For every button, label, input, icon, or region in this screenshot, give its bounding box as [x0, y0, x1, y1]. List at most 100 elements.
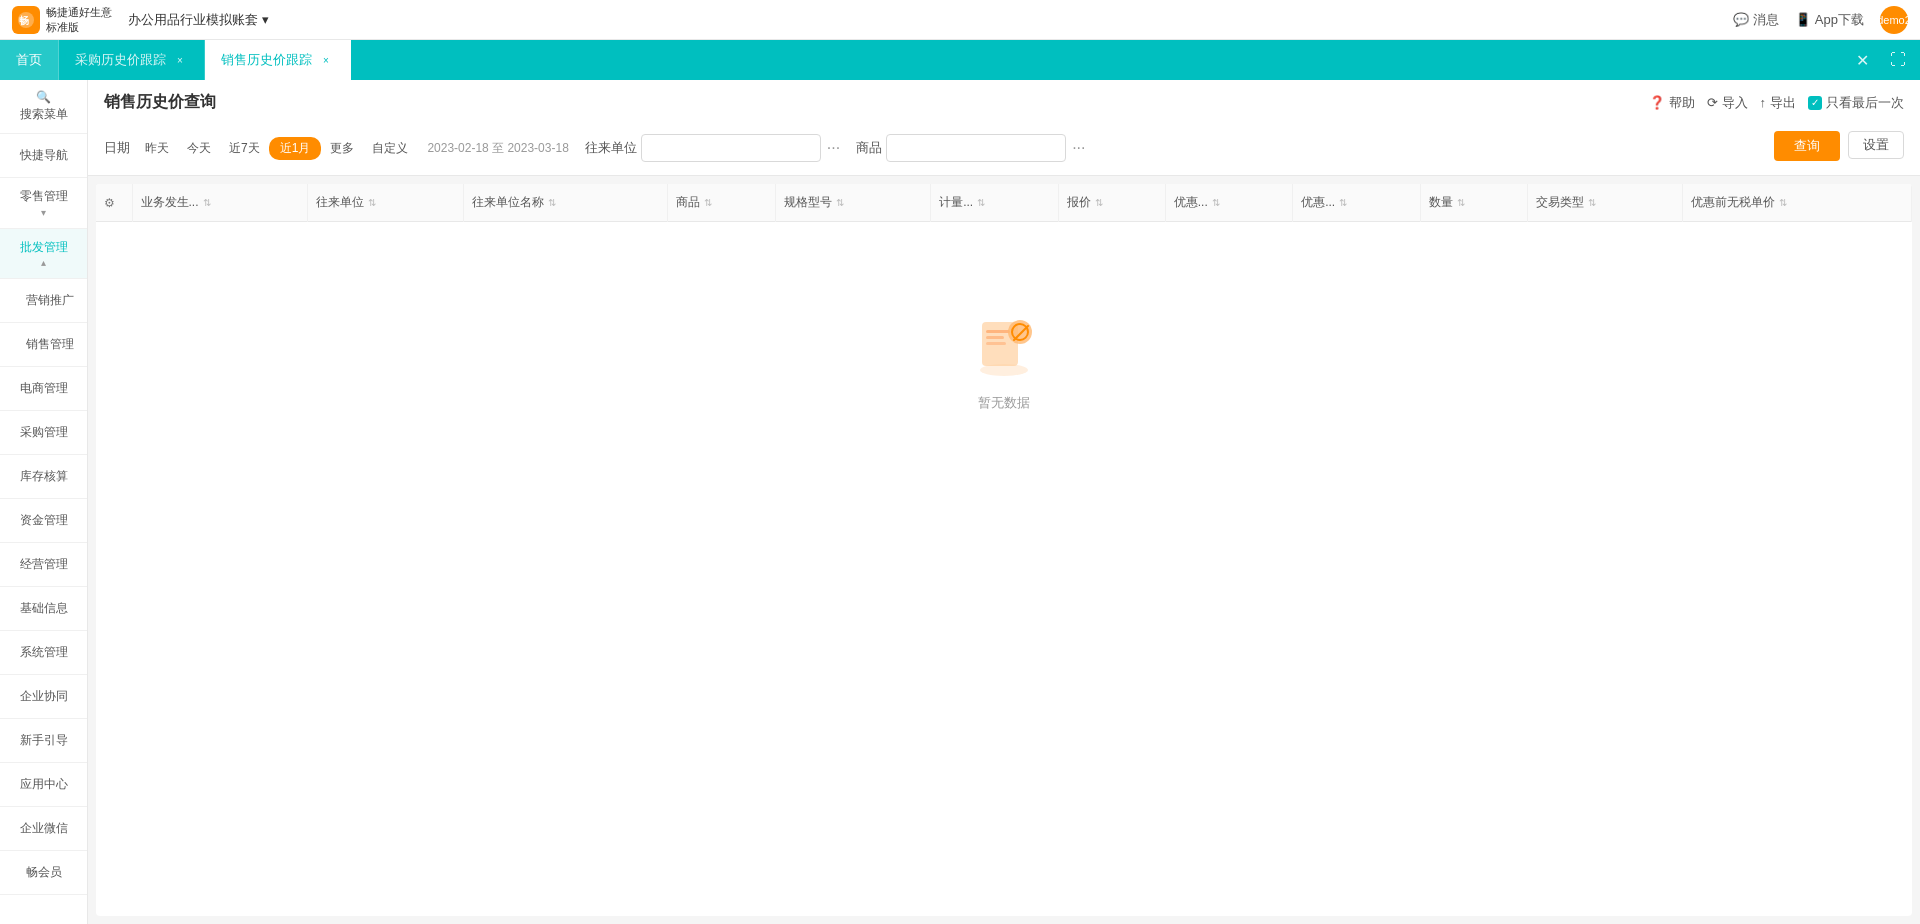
data-table: ⚙ 业务发生... ⇅ 往来单位 ⇅	[96, 184, 1912, 492]
show-last-checkbox[interactable]	[1808, 96, 1822, 110]
page-title-row: 销售历史价查询 ❓ 帮助 ⟳ 导入 ↑ 导出	[104, 92, 1904, 113]
fullscreen-button[interactable]: ⛶	[1884, 46, 1912, 74]
date-range-text: 2023-02-18 至 2023-03-18	[427, 141, 568, 155]
th-trade-type[interactable]: 交易类型 ⇅	[1527, 184, 1683, 222]
date-btn-yesterday[interactable]: 昨天	[136, 137, 178, 160]
chevron-down-icon: ▾	[262, 12, 269, 27]
page-header: 销售历史价查询 ❓ 帮助 ⟳ 导入 ↑ 导出	[88, 80, 1920, 176]
th-partner-name[interactable]: 往来单位名称 ⇅	[464, 184, 668, 222]
download-icon: 📱	[1795, 12, 1811, 27]
sidebar-item-retail[interactable]: 零售管理 ▾	[0, 178, 87, 229]
goods-input[interactable]	[886, 134, 1066, 162]
sidebar-item-sales-mgmt[interactable]: 销售管理	[0, 323, 87, 367]
sidebar-item-wechat[interactable]: 企业微信	[0, 807, 87, 851]
goods-label: 商品	[856, 139, 882, 157]
sidebar-item-purchase[interactable]: 采购管理	[0, 411, 87, 455]
empty-illustration	[964, 302, 1044, 382]
svg-rect-4	[986, 330, 1010, 333]
svg-rect-5	[986, 336, 1004, 339]
empty-state: 暂无数据	[96, 222, 1912, 492]
sort-icon-discount2: ⇅	[1339, 197, 1347, 208]
tab-home[interactable]: 首页	[0, 40, 59, 80]
table-area: ⚙ 业务发生... ⇅ 往来单位 ⇅	[96, 184, 1912, 916]
svg-rect-6	[986, 342, 1006, 345]
logo-icon: 畅	[12, 6, 40, 34]
sidebar-item-quick-nav[interactable]: 快捷导航	[0, 134, 87, 178]
table-settings-icon[interactable]: ⚙	[104, 196, 115, 210]
th-partner-code[interactable]: 往来单位 ⇅	[308, 184, 464, 222]
sidebar-item-member[interactable]: 畅会员	[0, 851, 87, 895]
th-goods[interactable]: 商品 ⇅	[668, 184, 775, 222]
home-tab-label: 首页	[16, 51, 42, 69]
partner-filter-group: 往来单位 ···	[585, 134, 840, 162]
partner-dots-button[interactable]: ···	[827, 139, 840, 157]
sidebar-item-search[interactable]: 🔍 搜索菜单	[0, 80, 87, 134]
sidebar-item-basic-info[interactable]: 基础信息	[0, 587, 87, 631]
app-selector-label: 办公用品行业模拟账套	[128, 11, 258, 29]
sidebar-item-operations[interactable]: 经营管理	[0, 543, 87, 587]
sidebar-item-system[interactable]: 系统管理	[0, 631, 87, 675]
goods-dots-button[interactable]: ···	[1072, 139, 1085, 157]
main-layout: 🔍 搜索菜单 快捷导航 零售管理 ▾ 批发管理 ▴ 营销推广 销售管理 电商管理…	[0, 80, 1920, 924]
sort-icon-quantity: ⇅	[1457, 197, 1465, 208]
sales-history-tab-label: 销售历史价跟踪	[221, 51, 312, 69]
th-pretax-price[interactable]: 优惠前无税单价 ⇅	[1683, 184, 1912, 222]
th-unit[interactable]: 计量... ⇅	[931, 184, 1058, 222]
sidebar-item-ecommerce[interactable]: 电商管理	[0, 367, 87, 411]
help-button[interactable]: ❓ 帮助	[1649, 94, 1695, 112]
th-spec[interactable]: 规格型号 ⇅	[775, 184, 931, 222]
date-btn-last7[interactable]: 近7天	[220, 137, 269, 160]
tab-bar-actions: ✕ ⛶	[1848, 46, 1920, 74]
top-bar-left: 畅 畅捷通好生意 标准版 办公用品行业模拟账套 ▾	[12, 5, 277, 34]
th-biz-date[interactable]: 业务发生... ⇅	[132, 184, 308, 222]
date-btn-custom[interactable]: 自定义	[363, 137, 417, 160]
app-download-button[interactable]: 📱 App下载	[1795, 11, 1864, 29]
sidebar-item-guide[interactable]: 新手引导	[0, 719, 87, 763]
th-discount2[interactable]: 优惠... ⇅	[1293, 184, 1420, 222]
sort-icon-discount1: ⇅	[1212, 197, 1220, 208]
sidebar-item-app-center[interactable]: 应用中心	[0, 763, 87, 807]
close-all-tabs-button[interactable]: ✕	[1848, 46, 1876, 74]
tab-purchase-history[interactable]: 采购历史价跟踪 ×	[59, 40, 205, 80]
close-sales-history-tab[interactable]: ×	[318, 52, 334, 68]
avatar: demo2	[1880, 6, 1908, 34]
sort-icon-pretax-price: ⇅	[1779, 197, 1787, 208]
import-button[interactable]: ⟳ 导入	[1707, 94, 1748, 112]
date-label: 日期	[104, 139, 130, 157]
logo-text: 畅捷通好生意 标准版	[46, 5, 112, 34]
sidebar-item-marketing[interactable]: 营销推广	[0, 279, 87, 323]
th-price[interactable]: 报价 ⇅	[1058, 184, 1165, 222]
sort-icon-unit: ⇅	[977, 197, 985, 208]
show-last-checkbox-label[interactable]: 只看最后一次	[1808, 94, 1904, 112]
partner-input[interactable]	[641, 134, 821, 162]
close-purchase-history-tab[interactable]: ×	[172, 52, 188, 68]
import-icon: ⟳	[1707, 95, 1718, 110]
sort-icon-biz-date: ⇅	[203, 197, 211, 208]
date-btn-last1month[interactable]: 近1月	[269, 137, 322, 160]
sort-icon-partner-code: ⇅	[368, 197, 376, 208]
filter-row: 日期 昨天 今天 近7天 近1月 更多 自定义 2023-02-18 至 202…	[104, 123, 1904, 175]
app-selector[interactable]: 办公用品行业模拟账套 ▾	[120, 7, 277, 33]
query-button[interactable]: 查询	[1774, 131, 1840, 161]
tab-sales-history[interactable]: 销售历史价跟踪 ×	[205, 40, 351, 80]
th-settings[interactable]: ⚙	[96, 184, 132, 222]
help-icon: ❓	[1649, 95, 1665, 110]
sidebar-item-enterprise[interactable]: 企业协同	[0, 675, 87, 719]
date-btn-more[interactable]: 更多	[321, 137, 363, 160]
page-actions: ❓ 帮助 ⟳ 导入 ↑ 导出 只看最后一次	[1649, 94, 1905, 112]
th-discount1[interactable]: 优惠... ⇅	[1165, 184, 1292, 222]
sidebar-item-inventory[interactable]: 库存核算	[0, 455, 87, 499]
th-quantity[interactable]: 数量 ⇅	[1420, 184, 1527, 222]
sort-icon-trade-type: ⇅	[1588, 197, 1596, 208]
empty-text: 暂无数据	[978, 394, 1030, 412]
sidebar-item-finance[interactable]: 资金管理	[0, 499, 87, 543]
sidebar-item-wholesale[interactable]: 批发管理 ▴	[0, 229, 87, 280]
export-button[interactable]: ↑ 导出	[1760, 94, 1797, 112]
sort-icon-partner-name: ⇅	[548, 197, 556, 208]
partner-label: 往来单位	[585, 139, 637, 157]
user-area[interactable]: demo2	[1880, 6, 1908, 34]
retail-expand-icon: ▾	[41, 207, 46, 218]
date-btn-today[interactable]: 今天	[178, 137, 220, 160]
settings-button[interactable]: 设置	[1848, 131, 1904, 159]
message-button[interactable]: 💬 消息	[1733, 11, 1779, 29]
